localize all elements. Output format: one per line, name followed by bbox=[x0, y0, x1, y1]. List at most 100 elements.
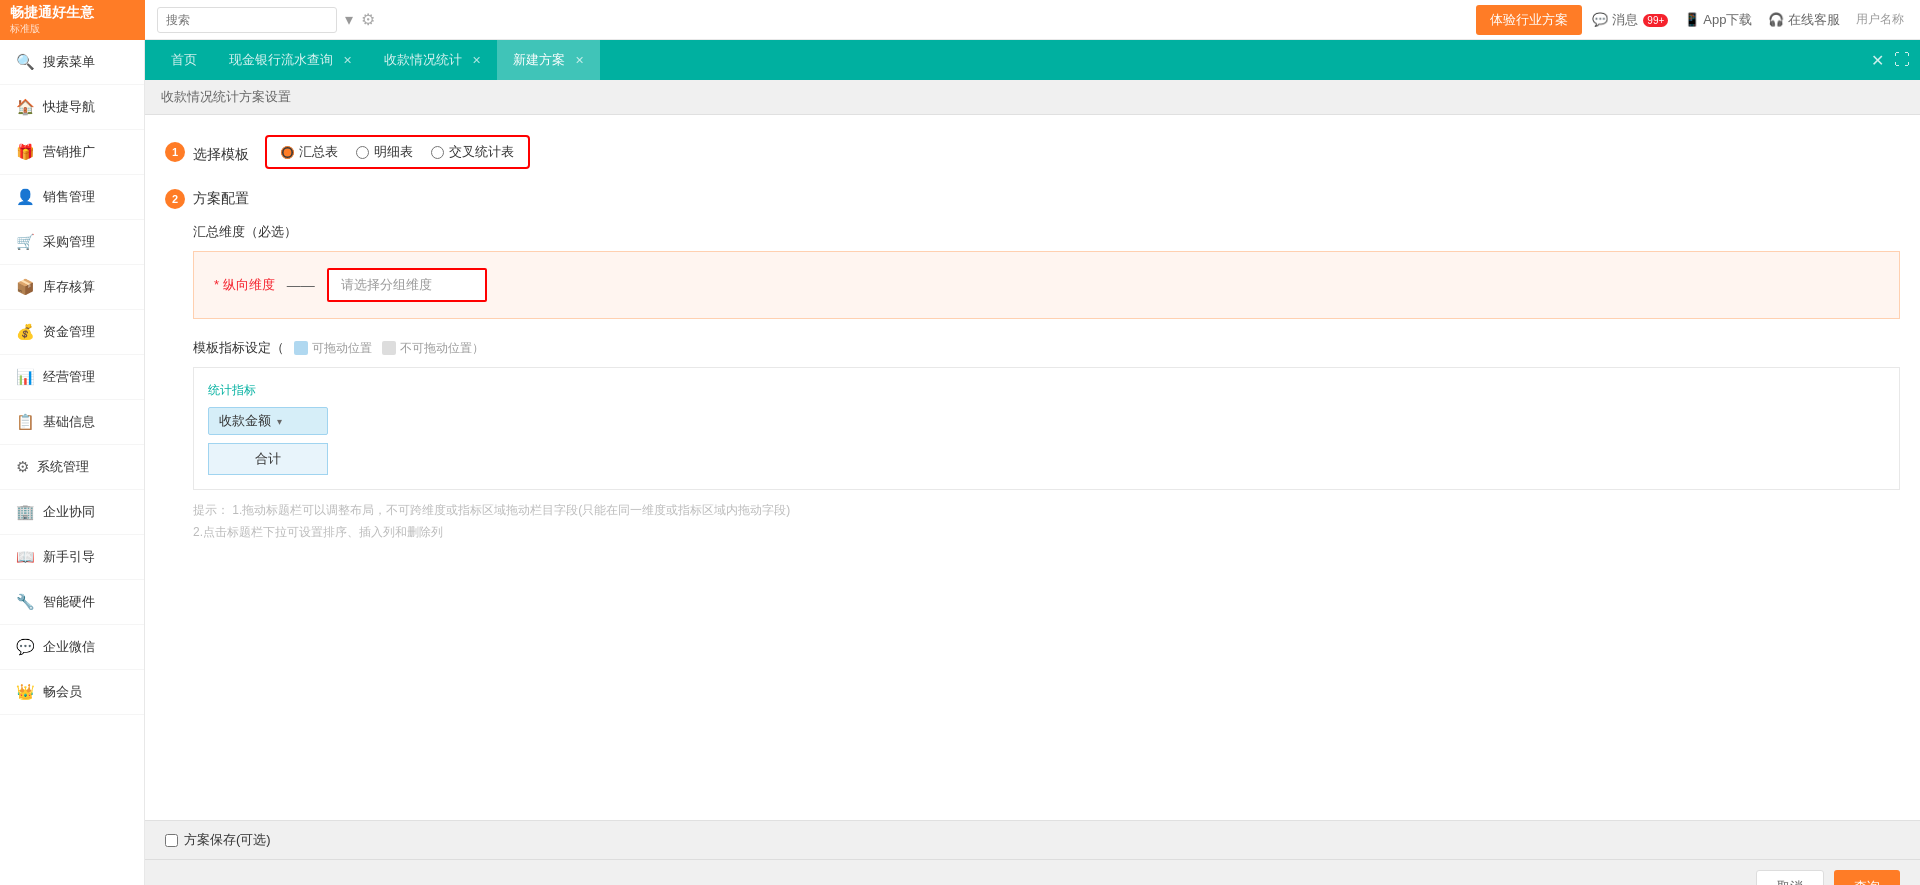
cancel-button[interactable]: 取消 bbox=[1756, 870, 1824, 885]
action-bar: 取消 查询 bbox=[145, 859, 1920, 885]
dimension-arrow: —— bbox=[287, 277, 315, 293]
search-input[interactable] bbox=[157, 7, 337, 33]
sidebar-item-inventory[interactable]: 📦 库存核算 bbox=[0, 265, 144, 310]
step2-section: 2 方案配置 汇总维度（必选） * 纵向维度 —— 请选择分组维度 bbox=[165, 189, 1900, 543]
chart-icon: 📊 bbox=[16, 368, 35, 386]
download-area[interactable]: 📱 App下载 bbox=[1684, 11, 1752, 29]
tab-close-receipt[interactable]: ✕ bbox=[472, 54, 481, 67]
sidebar-item-wechat[interactable]: 💬 企业微信 bbox=[0, 625, 144, 670]
tab-maximize-btn[interactable]: ⛶ bbox=[1894, 51, 1910, 69]
dimension-selector[interactable]: 请选择分组维度 bbox=[327, 268, 487, 302]
sidebar-item-nav[interactable]: 🏠 快捷导航 bbox=[0, 85, 144, 130]
draggable-hint: 可拖动位置 bbox=[294, 340, 372, 357]
dimension-box: * 纵向维度 —— 请选择分组维度 bbox=[193, 251, 1900, 319]
book-icon: 📖 bbox=[16, 548, 35, 566]
sidebar-label-marketing: 营销推广 bbox=[43, 143, 95, 161]
step2-title: 方案配置 bbox=[193, 190, 249, 208]
chevron-down-icon: ▾ bbox=[277, 416, 282, 427]
service-area[interactable]: 🎧 在线客服 bbox=[1768, 11, 1840, 29]
radio-summary[interactable]: 汇总表 bbox=[281, 143, 338, 161]
tab-home[interactable]: 首页 bbox=[155, 40, 213, 80]
sidebar-label-inventory: 库存核算 bbox=[43, 278, 95, 296]
sidebar-label-guide: 新手引导 bbox=[43, 548, 95, 566]
sidebar-label-basic: 基础信息 bbox=[43, 413, 95, 431]
box-icon: 📦 bbox=[16, 278, 35, 296]
dropdown-icon[interactable]: ▾ bbox=[345, 10, 353, 29]
metric-tag-amount[interactable]: 收款金额 ▾ bbox=[208, 407, 328, 435]
form-container: 1 选择模板 汇总表 明细表 bbox=[145, 115, 1920, 820]
msg-area[interactable]: 💬 消息 99+ bbox=[1592, 11, 1668, 29]
metrics-config-label: 模板指标设定（ 可拖动位置 不可拖动位置） bbox=[193, 339, 1900, 357]
dimension-label: 汇总维度（必选） bbox=[193, 223, 1900, 241]
tab-bar: 首页 现金银行流水查询 ✕ 收款情况统计 ✕ 新建方案 ✕ ✕ ⛶ bbox=[145, 40, 1920, 80]
wechat-icon: 💬 bbox=[16, 638, 35, 656]
dimension-row: * 纵向维度 —— 请选择分组维度 bbox=[214, 268, 1879, 302]
sidebar-item-finance[interactable]: 💰 资金管理 bbox=[0, 310, 144, 355]
tab-close-new-plan[interactable]: ✕ bbox=[575, 54, 584, 67]
metrics-area: 统计指标 收款金额 ▾ 合计 bbox=[193, 367, 1900, 490]
tab-receipt[interactable]: 收款情况统计 ✕ bbox=[368, 40, 497, 80]
tab-cashflow[interactable]: 现金银行流水查询 ✕ bbox=[213, 40, 368, 80]
user-icon: 👤 bbox=[16, 188, 35, 206]
sidebar-item-system[interactable]: ⚙ 系统管理 bbox=[0, 445, 144, 490]
sidebar-item-guide[interactable]: 📖 新手引导 bbox=[0, 535, 144, 580]
money-icon: 💰 bbox=[16, 323, 35, 341]
msg-badge: 99+ bbox=[1643, 14, 1668, 27]
sidebar: 🔍 搜索菜单 🏠 快捷导航 🎁 营销推广 👤 销售管理 🛒 采购管理 📦 库存核… bbox=[0, 40, 145, 885]
sidebar-label-system: 系统管理 bbox=[37, 458, 89, 476]
gift-icon: 🎁 bbox=[16, 143, 35, 161]
cart-icon: 🛒 bbox=[16, 233, 35, 251]
metric-total: 合计 bbox=[208, 443, 328, 475]
sidebar-item-marketing[interactable]: 🎁 营销推广 bbox=[0, 130, 144, 175]
radio-detail[interactable]: 明细表 bbox=[356, 143, 413, 161]
non-draggable-hint: 不可拖动位置） bbox=[382, 340, 484, 357]
save-checkbox[interactable] bbox=[165, 834, 178, 847]
logo-main: 畅捷通好生意 bbox=[10, 4, 135, 22]
template-radio-group: 汇总表 明细表 交叉统计表 bbox=[265, 135, 530, 169]
step1-header: 1 选择模板 汇总表 明细表 bbox=[165, 135, 1900, 169]
sidebar-item-hardware[interactable]: 🔧 智能硬件 bbox=[0, 580, 144, 625]
query-button[interactable]: 查询 bbox=[1834, 870, 1900, 885]
sidebar-item-basic[interactable]: 📋 基础信息 bbox=[0, 400, 144, 445]
radio-cross[interactable]: 交叉统计表 bbox=[431, 143, 514, 161]
sidebar-label-wechat: 企业微信 bbox=[43, 638, 95, 656]
tips-area: 提示： 1.拖动标题栏可以调整布局，不可跨维度或指标区域拖动栏目字段(只能在同一… bbox=[193, 500, 1900, 543]
tab-close-btn[interactable]: ✕ bbox=[1871, 51, 1884, 70]
step1-title: 选择模板 汇总表 明细表 bbox=[193, 135, 530, 169]
dimension-section: 汇总维度（必选） * 纵向维度 —— 请选择分组维度 bbox=[193, 223, 1900, 543]
tab-close-cashflow[interactable]: ✕ bbox=[343, 54, 352, 67]
sidebar-item-purchase[interactable]: 🛒 采购管理 bbox=[0, 220, 144, 265]
sidebar-item-sales[interactable]: 👤 销售管理 bbox=[0, 175, 144, 220]
hint-box-gray bbox=[382, 341, 396, 355]
save-checkbox-label[interactable]: 方案保存(可选) bbox=[165, 831, 271, 849]
step2-circle: 2 bbox=[165, 189, 185, 209]
step2-header: 2 方案配置 bbox=[165, 189, 1900, 209]
sidebar-label-finance: 资金管理 bbox=[43, 323, 95, 341]
industry-btn[interactable]: 体验行业方案 bbox=[1476, 5, 1582, 35]
logo-area: 畅捷通好生意 标准版 bbox=[0, 0, 145, 40]
content-area: 收款情况统计方案设置 1 选择模板 汇总表 bbox=[145, 80, 1920, 885]
sidebar-label-sales: 销售管理 bbox=[43, 188, 95, 206]
sidebar-label-hardware: 智能硬件 bbox=[43, 593, 95, 611]
hint-box-blue bbox=[294, 341, 308, 355]
sidebar-label-purchase: 采购管理 bbox=[43, 233, 95, 251]
sidebar-item-collab[interactable]: 🏢 企业协同 bbox=[0, 490, 144, 535]
tip-line1: 提示： 1.拖动标题栏可以调整布局，不可跨维度或指标区域拖动栏目字段(只能在同一… bbox=[193, 500, 1900, 522]
home-icon: 🏠 bbox=[16, 98, 35, 116]
search-icon: 🔍 bbox=[16, 53, 35, 71]
gear-icon[interactable]: ⚙ bbox=[361, 10, 375, 29]
clipboard-icon: 📋 bbox=[16, 413, 35, 431]
sidebar-item-search[interactable]: 🔍 搜索菜单 bbox=[0, 40, 144, 85]
building-icon: 🏢 bbox=[16, 503, 35, 521]
sidebar-label-member: 畅会员 bbox=[43, 683, 82, 701]
sidebar-label-collab: 企业协同 bbox=[43, 503, 95, 521]
tool-icon: 🔧 bbox=[16, 593, 35, 611]
metrics-config: 模板指标设定（ 可拖动位置 不可拖动位置） bbox=[193, 339, 1900, 543]
logo-sub: 标准版 bbox=[10, 22, 135, 36]
tip-line2: 2.点击标题栏下拉可设置排序、插入列和删除列 bbox=[193, 522, 1900, 544]
sidebar-item-member[interactable]: 👑 畅会员 bbox=[0, 670, 144, 715]
sidebar-item-management[interactable]: 📊 经营管理 bbox=[0, 355, 144, 400]
tab-new-plan[interactable]: 新建方案 ✕ bbox=[497, 40, 600, 80]
sidebar-label-nav: 快捷导航 bbox=[43, 98, 95, 116]
page-title: 收款情况统计方案设置 bbox=[145, 80, 1920, 115]
